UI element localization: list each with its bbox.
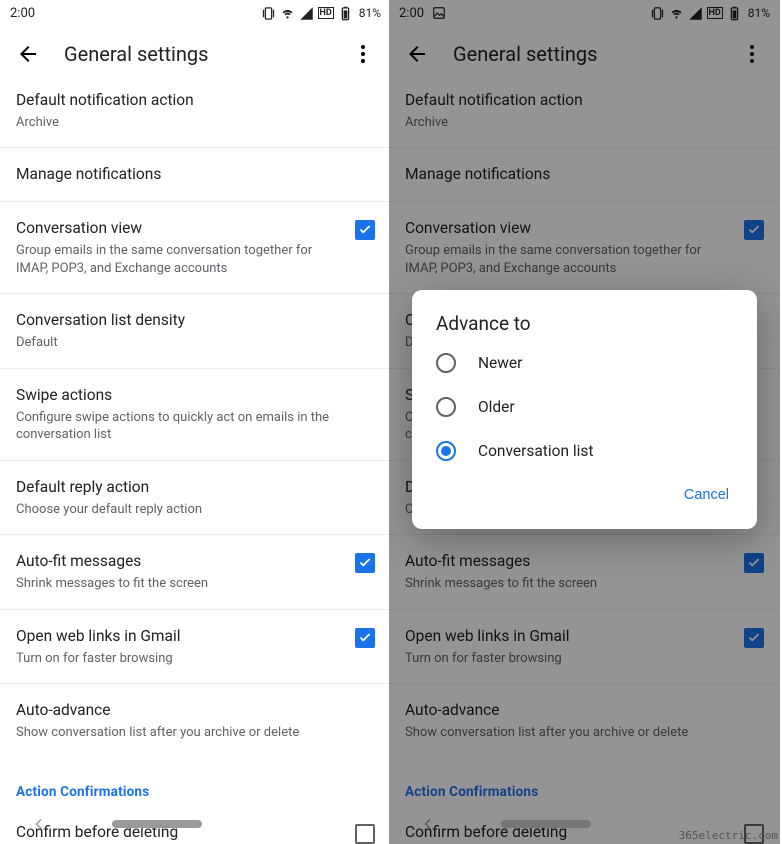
checkbox-web-links[interactable]	[355, 628, 375, 648]
option-conversation-list[interactable]: Conversation list	[412, 429, 757, 473]
row-subtitle: Shrink messages to fit the screen	[16, 575, 341, 593]
row-subtitle: Archive	[16, 114, 375, 132]
checkbox-auto-fit[interactable]	[355, 553, 375, 573]
checkbox-conversation-view[interactable]	[355, 220, 375, 240]
check-icon	[358, 223, 372, 237]
row-subtitle: Choose your default reply action	[16, 501, 375, 519]
battery-icon	[338, 6, 353, 21]
row-title: Manage notifications	[16, 164, 375, 185]
row-auto-advance[interactable]: Auto-advance Show conversation list after…	[0, 683, 391, 757]
screenshot-left: 2:00 HD 81% General settings Default not…	[0, 0, 391, 844]
system-nav-bar	[0, 804, 391, 844]
row-title: Auto-fit messages	[16, 551, 341, 572]
row-auto-fit-messages[interactable]: Auto-fit messages Shrink messages to fit …	[0, 534, 391, 608]
hd-icon: HD	[318, 7, 334, 19]
row-title: Conversation list density	[16, 310, 375, 331]
battery-pct: 81%	[359, 6, 381, 20]
option-newer[interactable]: Newer	[412, 341, 757, 385]
option-label: Newer	[478, 354, 522, 372]
check-icon	[358, 556, 372, 570]
row-list-density[interactable]: Conversation list density Default	[0, 293, 391, 367]
row-subtitle: Configure swipe actions to quickly act o…	[16, 409, 375, 444]
row-manage-notifications[interactable]: Manage notifications	[0, 147, 391, 201]
settings-list: Default notification action Archive Manag…	[0, 82, 391, 844]
row-title: Conversation view	[16, 218, 341, 239]
arrow-back-icon	[16, 42, 40, 66]
app-bar: General settings	[0, 26, 391, 82]
dialog-title: Advance to	[412, 312, 757, 341]
status-bar: 2:00 HD 81%	[0, 0, 391, 26]
screenshot-right: 2:00 HD 81% General settings Default not…	[389, 0, 780, 844]
radio-icon	[436, 353, 456, 373]
row-title: Open web links in Gmail	[16, 626, 341, 647]
section-action-confirmations: Action Confirmations	[0, 758, 391, 806]
page-title: General settings	[64, 42, 341, 66]
row-subtitle: Group emails in the same conversation to…	[16, 242, 341, 277]
row-default-notification-action[interactable]: Default notification action Archive	[0, 82, 391, 147]
more-vert-icon	[351, 42, 375, 66]
nav-home-pill[interactable]	[112, 820, 202, 828]
row-title: Default notification action	[16, 90, 375, 111]
row-title: Auto-advance	[16, 700, 375, 721]
dialog-actions: Cancel	[412, 473, 757, 517]
watermark: 365electric.com	[679, 829, 778, 842]
vibrate-icon	[261, 6, 276, 21]
row-subtitle: Show conversation list after you archive…	[16, 724, 375, 742]
status-time: 2:00	[10, 6, 35, 21]
status-icons: HD 81%	[261, 6, 382, 21]
option-label: Older	[478, 398, 515, 416]
row-swipe-actions[interactable]: Swipe actions Configure swipe actions to …	[0, 368, 391, 460]
back-button[interactable]	[6, 32, 50, 76]
option-label: Conversation list	[478, 442, 594, 460]
wifi-icon	[280, 6, 295, 21]
row-open-web-links[interactable]: Open web links in Gmail Turn on for faste…	[0, 609, 391, 683]
radio-icon	[436, 397, 456, 417]
row-default-reply-action[interactable]: Default reply action Choose your default …	[0, 460, 391, 534]
auto-advance-dialog: Advance to Newer Older Conversation list…	[412, 290, 757, 529]
row-subtitle: Default	[16, 334, 375, 352]
signal-icon	[299, 6, 314, 21]
row-conversation-view[interactable]: Conversation view Group emails in the sam…	[0, 201, 391, 293]
row-title: Swipe actions	[16, 385, 375, 406]
cancel-button[interactable]: Cancel	[674, 479, 739, 511]
row-title: Default reply action	[16, 477, 375, 498]
radio-icon	[436, 441, 456, 461]
row-subtitle: Turn on for faster browsing	[16, 650, 341, 668]
nav-back-icon[interactable]	[33, 817, 47, 831]
overflow-button[interactable]	[341, 32, 385, 76]
check-icon	[358, 631, 372, 645]
option-older[interactable]: Older	[412, 385, 757, 429]
